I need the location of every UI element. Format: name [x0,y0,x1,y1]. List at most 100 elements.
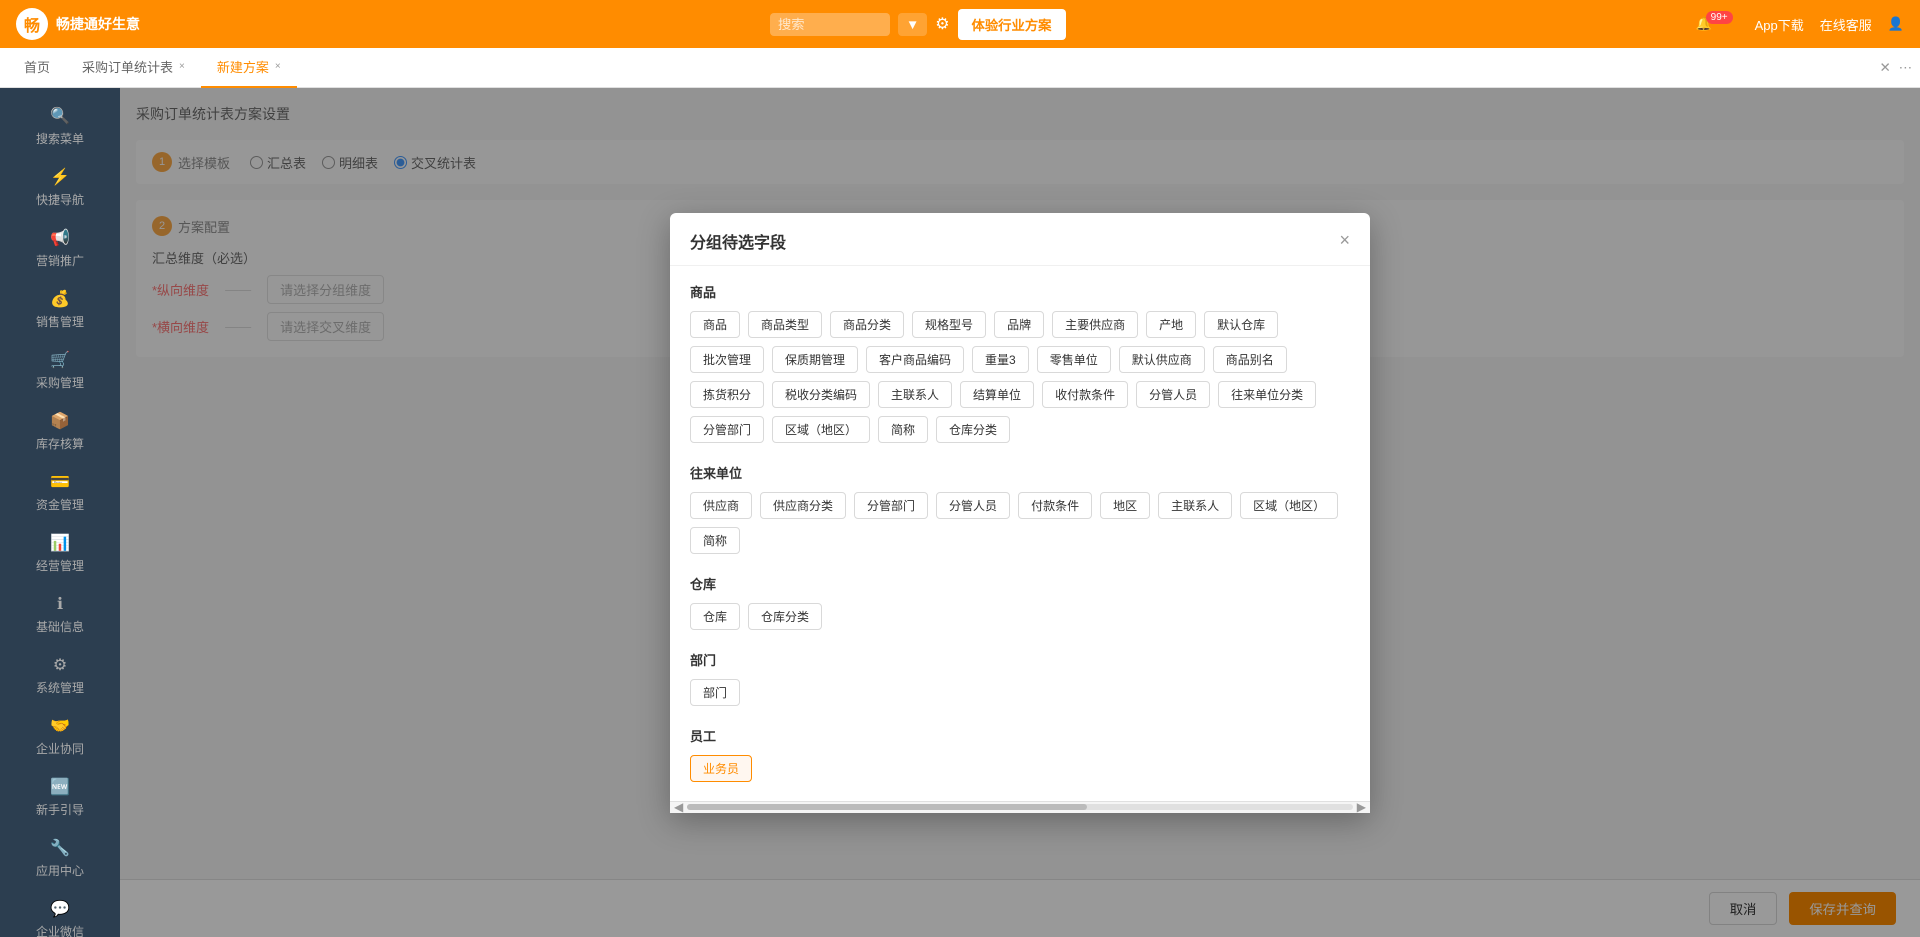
field-settlement-unit[interactable]: 结算单位 [960,381,1034,408]
tab-purchase-stats[interactable]: 采购订单统计表 × [66,48,201,88]
field-payment-condition[interactable]: 付款条件 [1018,492,1092,519]
close-tab-button[interactable]: ✕ [1880,60,1891,76]
field-warehouse-category[interactable]: 仓库分类 [936,416,1010,443]
field-manager[interactable]: 分管人员 [1136,381,1210,408]
app-download[interactable]: App下载 [1755,15,1804,34]
tab-home-label: 首页 [24,57,50,76]
system-icon: ⚙ [53,655,67,675]
field-customer-code[interactable]: 客户商品编码 [866,346,964,373]
field-spec-model[interactable]: 规格型号 [912,311,986,338]
field-weight[interactable]: 重量3 [972,346,1029,373]
finance-icon: 💳 [50,472,70,492]
sidebar-item-operations-label: 经营管理 [36,557,84,574]
scrollbar-thumb[interactable] [687,804,1086,810]
settings-button[interactable]: ⚙ [935,14,949,34]
field-supplier-category[interactable]: 供应商分类 [760,492,846,519]
sidebar-item-search[interactable]: 🔍 搜索菜单 [0,96,120,157]
user-avatar[interactable]: 👤 [1888,16,1904,32]
quick-nav-icon: ⚡ [50,167,70,187]
sidebar-item-purchase[interactable]: 🛒 采购管理 [0,340,120,401]
field-partner-dept[interactable]: 分管部门 [854,492,928,519]
field-main-contact[interactable]: 主联系人 [878,381,952,408]
field-product-alias[interactable]: 商品别名 [1213,346,1287,373]
sidebar-item-wechat[interactable]: 💬 企业微信 [0,889,120,937]
field-product[interactable]: 商品 [690,311,740,338]
modal-body[interactable]: 商品 商品 商品类型 商品分类 规格型号 品牌 主要供应商 产地 默认仓库 批次… [670,266,1370,801]
logo-text: 畅捷通好生意 [56,14,140,34]
sidebar-item-inventory-label: 库存核算 [36,435,84,452]
sidebar-item-newbie-label: 新手引导 [36,801,84,818]
search-icon: 🔍 [50,106,70,126]
sidebar-item-search-label: 搜索菜单 [36,130,84,147]
sidebar-item-inventory[interactable]: 📦 库存核算 [0,401,120,462]
search-input[interactable] [770,13,890,36]
scroll-right-arrow[interactable]: ▶ [1357,800,1366,814]
tab-new-plan-close[interactable]: × [275,61,281,72]
sidebar-item-finance-label: 资金管理 [36,496,84,513]
field-short-name[interactable]: 简称 [878,416,928,443]
sidebar-item-apps[interactable]: 🔧 应用中心 [0,828,120,889]
logo-area: 畅 畅捷通好生意 [16,8,140,40]
section-warehouse: 仓库 仓库 仓库分类 [690,574,1350,630]
more-tabs-button[interactable]: ⋯ [1899,60,1912,76]
field-partner-region[interactable]: 区域（地区） [1240,492,1338,519]
field-default-warehouse[interactable]: 默认仓库 [1204,311,1278,338]
field-area[interactable]: 地区 [1100,492,1150,519]
logo-icon: 畅 [16,8,48,40]
section-product-fields: 商品 商品类型 商品分类 规格型号 品牌 主要供应商 产地 默认仓库 批次管理 … [690,311,1350,443]
section-department-fields: 部门 [690,679,1350,706]
field-department[interactable]: 部门 [690,679,740,706]
field-dept[interactable]: 分管部门 [690,416,764,443]
field-brand[interactable]: 品牌 [994,311,1044,338]
field-supplier[interactable]: 供应商 [690,492,752,519]
field-retail-unit[interactable]: 零售单位 [1037,346,1111,373]
modal-bottom-scrollbar[interactable]: ◀ ▶ [670,801,1370,813]
field-warehouse[interactable]: 仓库 [690,603,740,630]
field-region[interactable]: 区域（地区） [772,416,870,443]
wechat-icon: 💬 [50,899,70,919]
sidebar-item-basic-info-label: 基础信息 [36,618,84,635]
tab-new-plan[interactable]: 新建方案 × [201,48,297,88]
tab-home[interactable]: 首页 [8,48,66,88]
field-origin[interactable]: 产地 [1146,311,1196,338]
field-warehouse-cat[interactable]: 仓库分类 [748,603,822,630]
header-right: 🔔99+ App下载 在线客服 👤 [1695,15,1904,34]
sidebar-item-collab-label: 企业协同 [36,740,84,757]
sidebar-item-sales-label: 销售管理 [36,313,84,330]
field-default-supplier[interactable]: 默认供应商 [1119,346,1205,373]
sidebar-item-system[interactable]: ⚙ 系统管理 [0,645,120,706]
section-employee-fields: 业务员 [690,755,1350,782]
field-partner-contact[interactable]: 主联系人 [1158,492,1232,519]
sidebar-item-quick-nav[interactable]: ⚡ 快捷导航 [0,157,120,218]
field-partner-category[interactable]: 往来单位分类 [1218,381,1316,408]
field-product-type[interactable]: 商品类型 [748,311,822,338]
experience-button[interactable]: 体验行业方案 [958,9,1066,40]
field-batch-manage[interactable]: 批次管理 [690,346,764,373]
sidebar-item-operations[interactable]: 📊 经营管理 [0,523,120,584]
field-payment-terms[interactable]: 收付款条件 [1042,381,1128,408]
sidebar-item-marketing[interactable]: 📢 营销推广 [0,218,120,279]
search-dropdown[interactable]: ▼ [898,13,927,36]
modal-close-button[interactable]: × [1339,230,1350,251]
scroll-left-arrow[interactable]: ◀ [674,800,683,814]
field-partner-short[interactable]: 简称 [690,527,740,554]
field-salesperson[interactable]: 业务员 [690,755,752,782]
sidebar-item-basic-info[interactable]: ℹ 基础信息 [0,584,120,645]
tab-purchase-stats-close[interactable]: × [179,61,185,72]
sidebar-item-finance[interactable]: 💳 资金管理 [0,462,120,523]
field-expiry-manage[interactable]: 保质期管理 [772,346,858,373]
field-select-modal: 分组待选字段 × 商品 商品 商品类型 商品分类 规格型号 品牌 [670,213,1370,813]
sidebar-item-collab[interactable]: 🤝 企业协同 [0,706,120,767]
field-partner-manager[interactable]: 分管人员 [936,492,1010,519]
sidebar-item-newbie[interactable]: 🆕 新手引导 [0,767,120,828]
field-main-supplier[interactable]: 主要供应商 [1052,311,1138,338]
field-tax-code[interactable]: 税收分类编码 [772,381,870,408]
notice-area[interactable]: 🔔99+ [1695,16,1738,32]
online-service[interactable]: 在线客服 [1820,15,1872,34]
content-area: 采购订单统计表方案设置 1 选择模板 汇总表 明细表 交叉统计表 [120,88,1920,937]
sidebar-item-sales[interactable]: 💰 销售管理 [0,279,120,340]
field-product-category[interactable]: 商品分类 [830,311,904,338]
scrollbar-track [687,804,1353,810]
field-pick-points[interactable]: 拣货积分 [690,381,764,408]
tab-purchase-stats-label: 采购订单统计表 [82,57,173,76]
